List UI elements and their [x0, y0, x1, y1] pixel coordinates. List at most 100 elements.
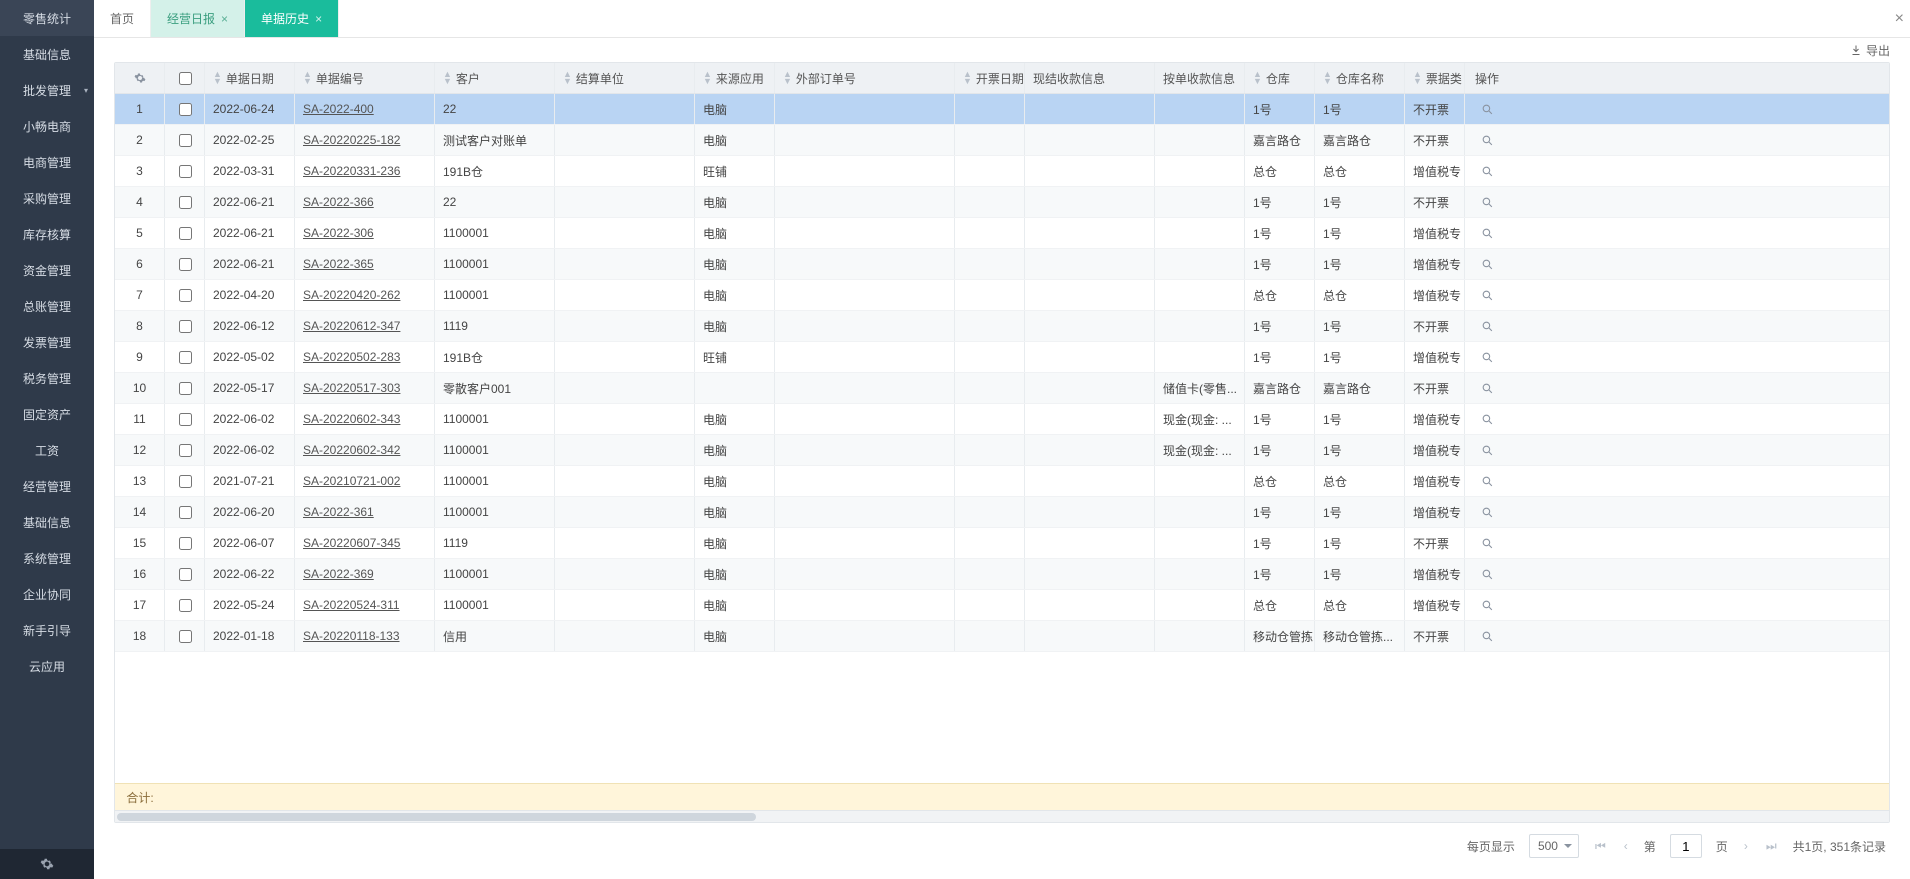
- table-row[interactable]: 182022-01-18SA-20220118-133信用电脑移动仓管拣...移…: [115, 621, 1889, 652]
- sidebar-item[interactable]: 企业协同: [0, 576, 94, 612]
- tab-daily-report[interactable]: 经营日报 ×: [151, 0, 245, 37]
- table-row[interactable]: 122022-06-02SA-20220602-3421100001电脑现金(现…: [115, 435, 1889, 466]
- close-icon[interactable]: ×: [221, 12, 228, 26]
- col-code[interactable]: ▲▼单据编号: [295, 63, 435, 93]
- table-row[interactable]: 22022-02-25SA-20220225-182测试客户对账单电脑嘉言路仓嘉…: [115, 125, 1889, 156]
- sidebar-item[interactable]: 税务管理: [0, 360, 94, 396]
- row-view-button[interactable]: [1465, 249, 1509, 279]
- document-link[interactable]: SA-20220225-182: [303, 133, 400, 147]
- sidebar-item[interactable]: 经营管理: [0, 468, 94, 504]
- document-link[interactable]: SA-20220602-343: [303, 412, 400, 426]
- col-invoice-date[interactable]: ▲▼开票日期: [955, 63, 1025, 93]
- table-row[interactable]: 42022-06-21SA-2022-36622电脑1号1号不开票: [115, 187, 1889, 218]
- row-view-button[interactable]: [1465, 94, 1509, 124]
- table-row[interactable]: 132021-07-21SA-20210721-0021100001电脑总仓总仓…: [115, 466, 1889, 497]
- col-warehouse-name[interactable]: ▲▼仓库名称: [1315, 63, 1405, 93]
- row-checkbox[interactable]: [179, 475, 192, 488]
- document-link[interactable]: SA-20210721-002: [303, 474, 400, 488]
- row-view-button[interactable]: [1465, 156, 1509, 186]
- col-customer[interactable]: ▲▼客户: [435, 63, 555, 93]
- table-row[interactable]: 172022-05-24SA-20220524-3111100001电脑总仓总仓…: [115, 590, 1889, 621]
- document-link[interactable]: SA-20220420-262: [303, 288, 400, 302]
- row-view-button[interactable]: [1465, 373, 1509, 403]
- row-view-button[interactable]: [1465, 621, 1509, 651]
- row-view-button[interactable]: [1465, 590, 1509, 620]
- row-checkbox[interactable]: [179, 165, 192, 178]
- sidebar-item[interactable]: 固定资产: [0, 396, 94, 432]
- row-checkbox[interactable]: [179, 289, 192, 302]
- sidebar-item[interactable]: 资金管理: [0, 252, 94, 288]
- col-ticket[interactable]: ▲▼票据类: [1405, 63, 1465, 93]
- sidebar-item[interactable]: 基础信息: [0, 36, 94, 72]
- row-checkbox[interactable]: [179, 444, 192, 457]
- document-link[interactable]: SA-2022-361: [303, 505, 374, 519]
- page-input[interactable]: [1670, 834, 1702, 858]
- document-link[interactable]: SA-20220517-303: [303, 381, 400, 395]
- document-link[interactable]: SA-2022-369: [303, 567, 374, 581]
- table-row[interactable]: 32022-03-31SA-20220331-236191B仓旺铺总仓总仓增值税…: [115, 156, 1889, 187]
- close-all-icon[interactable]: ×: [1895, 10, 1904, 28]
- table-row[interactable]: 112022-06-02SA-20220602-3431100001电脑现金(现…: [115, 404, 1889, 435]
- row-view-button[interactable]: [1465, 559, 1509, 589]
- row-view-button[interactable]: [1465, 311, 1509, 341]
- document-link[interactable]: SA-20220331-236: [303, 164, 400, 178]
- row-view-button[interactable]: [1465, 218, 1509, 248]
- last-page-button[interactable]: ⏭: [1764, 839, 1779, 854]
- tab-document-history[interactable]: 单据历史 ×: [245, 0, 339, 37]
- row-view-button[interactable]: [1465, 280, 1509, 310]
- export-button[interactable]: 导出: [1850, 42, 1890, 59]
- sidebar-item[interactable]: 采购管理: [0, 180, 94, 216]
- table-row[interactable]: 92022-05-02SA-20220502-283191B仓旺铺1号1号增值税…: [115, 342, 1889, 373]
- row-checkbox[interactable]: [179, 537, 192, 550]
- table-row[interactable]: 12022-06-24SA-2022-40022电脑1号1号不开票: [115, 94, 1889, 125]
- table-row[interactable]: 162022-06-22SA-2022-3691100001电脑1号1号增值税专: [115, 559, 1889, 590]
- col-warehouse[interactable]: ▲▼仓库: [1245, 63, 1315, 93]
- row-view-button[interactable]: [1465, 435, 1509, 465]
- sidebar-item[interactable]: 批发管理▾: [0, 72, 94, 108]
- row-checkbox[interactable]: [179, 258, 192, 271]
- table-row[interactable]: 62022-06-21SA-2022-3651100001电脑1号1号增值税专: [115, 249, 1889, 280]
- document-link[interactable]: SA-20220602-342: [303, 443, 400, 457]
- row-checkbox[interactable]: [179, 103, 192, 116]
- sidebar-item[interactable]: 系统管理: [0, 540, 94, 576]
- col-settle[interactable]: ▲▼结算单位: [555, 63, 695, 93]
- document-link[interactable]: SA-2022-365: [303, 257, 374, 271]
- select-all-checkbox[interactable]: [179, 72, 192, 85]
- sidebar-item[interactable]: 工资: [0, 432, 94, 468]
- row-checkbox[interactable]: [179, 630, 192, 643]
- row-view-button[interactable]: [1465, 497, 1509, 527]
- row-checkbox[interactable]: [179, 382, 192, 395]
- col-bill-info[interactable]: 按单收款信息: [1155, 63, 1245, 93]
- close-icon[interactable]: ×: [315, 12, 322, 26]
- row-checkbox[interactable]: [179, 413, 192, 426]
- sidebar-item[interactable]: 总账管理: [0, 288, 94, 324]
- per-page-select[interactable]: 500: [1529, 834, 1579, 858]
- row-checkbox[interactable]: [179, 134, 192, 147]
- row-view-button[interactable]: [1465, 187, 1509, 217]
- row-view-button[interactable]: [1465, 528, 1509, 558]
- document-link[interactable]: SA-20220612-347: [303, 319, 400, 333]
- row-checkbox[interactable]: [179, 599, 192, 612]
- row-view-button[interactable]: [1465, 125, 1509, 155]
- row-checkbox[interactable]: [179, 227, 192, 240]
- document-link[interactable]: SA-2022-306: [303, 226, 374, 240]
- col-source[interactable]: ▲▼来源应用: [695, 63, 775, 93]
- sidebar-item[interactable]: 云应用: [0, 648, 94, 684]
- document-link[interactable]: SA-20220118-133: [303, 629, 400, 643]
- row-view-button[interactable]: [1465, 342, 1509, 372]
- sidebar-item[interactable]: 新手引导: [0, 612, 94, 648]
- table-row[interactable]: 142022-06-20SA-2022-3611100001电脑1号1号增值税专: [115, 497, 1889, 528]
- prev-page-button[interactable]: ‹: [1622, 839, 1630, 853]
- table-row[interactable]: 102022-05-17SA-20220517-303零散客户001储值卡(零售…: [115, 373, 1889, 404]
- row-view-button[interactable]: [1465, 466, 1509, 496]
- tab-home[interactable]: 首页: [94, 0, 151, 37]
- sidebar-item[interactable]: 电商管理: [0, 144, 94, 180]
- settings-column[interactable]: [115, 63, 165, 93]
- sidebar-item[interactable]: 基础信息: [0, 504, 94, 540]
- document-link[interactable]: SA-2022-400: [303, 102, 374, 116]
- row-checkbox[interactable]: [179, 568, 192, 581]
- row-checkbox[interactable]: [179, 320, 192, 333]
- table-row[interactable]: 72022-04-20SA-20220420-2621100001电脑总仓总仓增…: [115, 280, 1889, 311]
- table-row[interactable]: 82022-06-12SA-20220612-3471119电脑1号1号不开票: [115, 311, 1889, 342]
- col-cash-info[interactable]: 现结收款信息: [1025, 63, 1155, 93]
